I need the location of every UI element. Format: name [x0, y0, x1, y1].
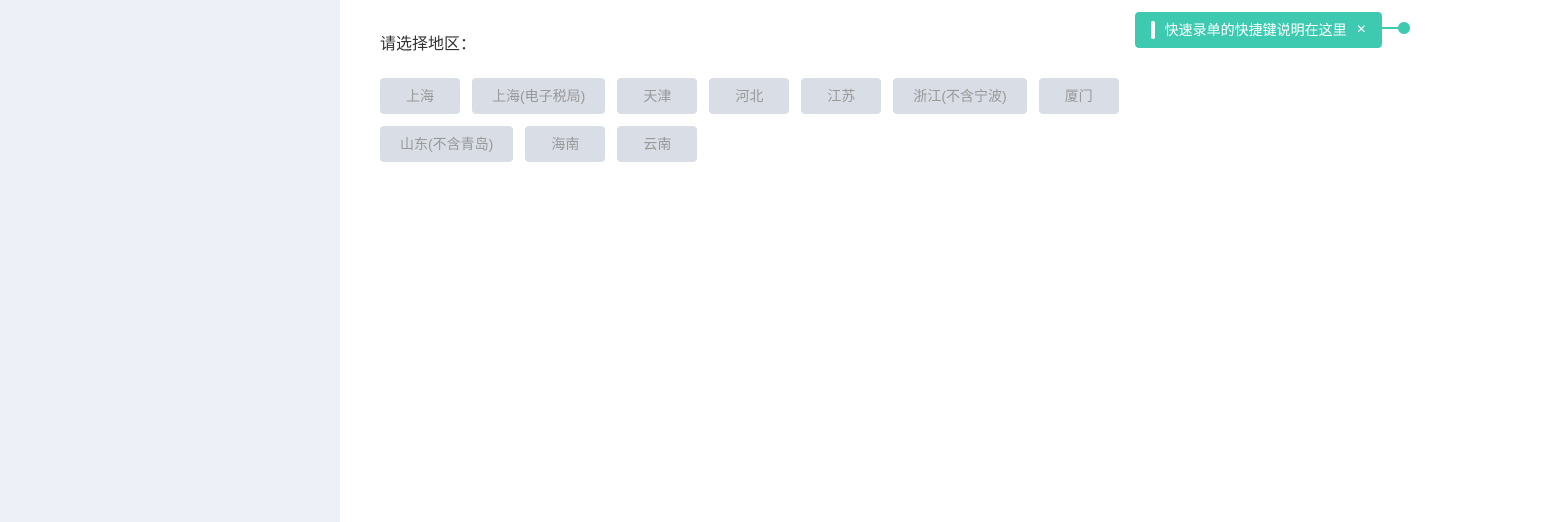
tooltip-close-button[interactable]: ×: [1357, 22, 1366, 38]
region-button-yunnan[interactable]: 云南: [617, 126, 697, 162]
region-button-hainan[interactable]: 海南: [525, 126, 605, 162]
region-button-hebei[interactable]: 河北: [709, 78, 789, 114]
region-button-xiamen[interactable]: 厦门: [1039, 78, 1119, 114]
tooltip-connector-dot: [1398, 22, 1410, 34]
region-button-jiangsu[interactable]: 江苏: [801, 78, 881, 114]
region-button-shandong[interactable]: 山东(不含青岛): [380, 126, 513, 162]
main-content: 请选择地区： 上海上海(电子税局)天津河北江苏浙江(不含宁波)厦门 山东(不含青…: [340, 0, 1562, 522]
region-button-shanghai-etax[interactable]: 上海(电子税局): [472, 78, 605, 114]
region-button-tianjin[interactable]: 天津: [617, 78, 697, 114]
region-row-1: 上海上海(电子税局) 天津河北江苏浙江(不含宁波) 厦门: [380, 78, 1522, 114]
region-button-zhejiang[interactable]: 浙江(不含宁波): [893, 78, 1026, 114]
region-button-shanghai[interactable]: 上海: [380, 78, 460, 114]
sidebar: [0, 0, 340, 522]
region-row-2: 山东(不含青岛) 海南云南: [380, 126, 1522, 162]
tooltip-bar: [1151, 21, 1155, 39]
tooltip-text: 快速录单的快捷键说明在这里: [1165, 20, 1347, 40]
tooltip-banner: 快速录单的快捷键说明在这里 ×: [1135, 12, 1382, 48]
